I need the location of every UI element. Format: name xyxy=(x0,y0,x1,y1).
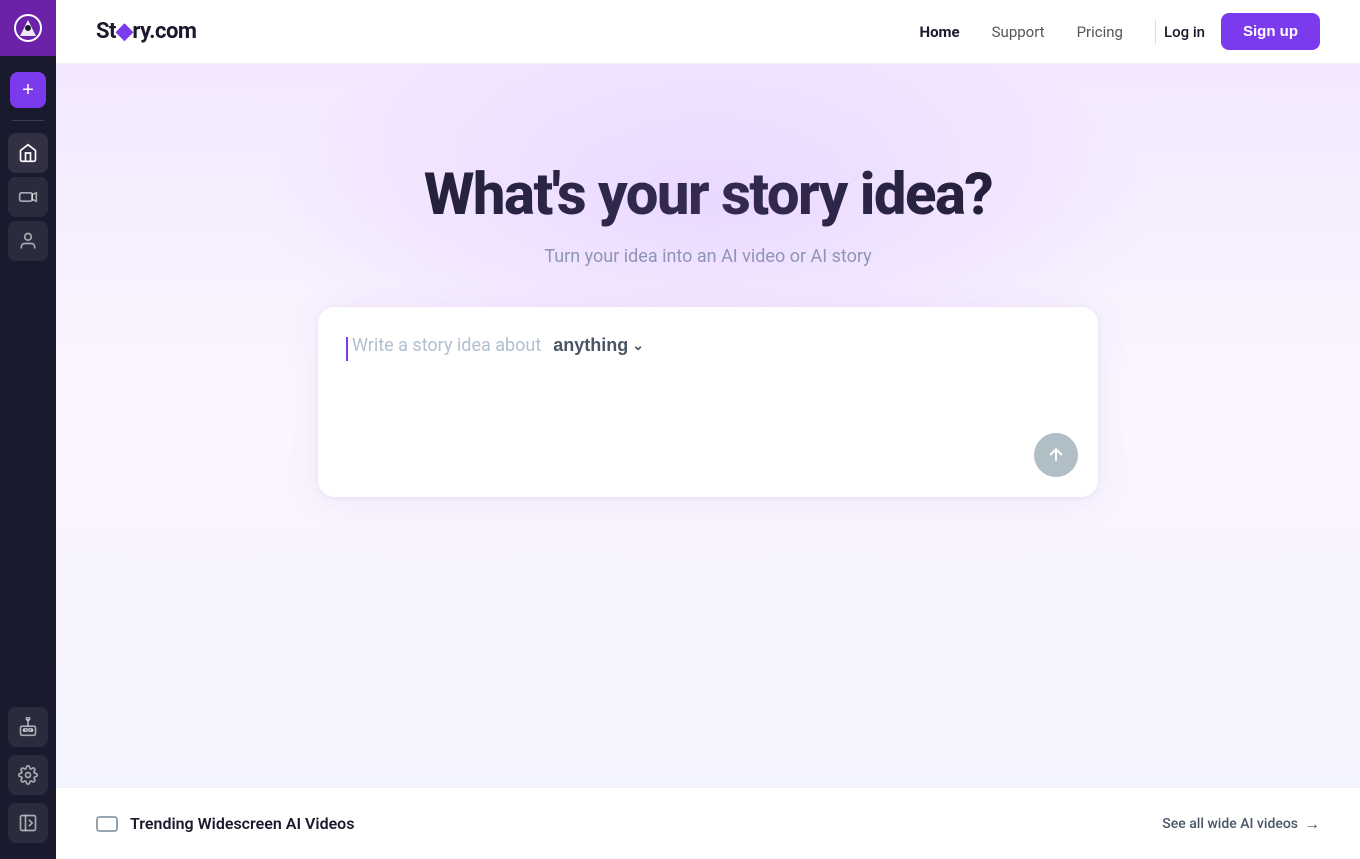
nav-link-pricing[interactable]: Pricing xyxy=(1077,23,1123,41)
sidebar-nav xyxy=(0,133,56,261)
logo-icon xyxy=(14,14,42,42)
sidebar-item-settings[interactable] xyxy=(8,755,48,795)
sidebar-item-panel[interactable] xyxy=(8,803,48,843)
topnav: St◆ry.com Home Support Pricing Log in Si… xyxy=(56,0,1360,64)
sidebar: + xyxy=(0,0,56,859)
arrow-right-icon: → xyxy=(1304,814,1320,834)
story-topic-label: anything xyxy=(553,335,628,356)
sidebar-item-profile[interactable] xyxy=(8,221,48,261)
plus-icon: + xyxy=(22,79,34,102)
story-topic-dropdown[interactable]: anything ⌄ xyxy=(549,335,648,356)
settings-icon xyxy=(18,765,38,785)
hero-title: What's your story idea? xyxy=(424,164,992,228)
topnav-logo: St◆ry.com xyxy=(96,19,196,44)
nav-link-support[interactable]: Support xyxy=(992,23,1045,41)
home-icon xyxy=(18,143,38,163)
sidebar-item-home[interactable] xyxy=(8,133,48,173)
see-all-label: See all wide AI videos xyxy=(1162,816,1298,832)
login-button[interactable]: Log in xyxy=(1164,23,1205,41)
story-input-area: Write a story idea about anything ⌄ xyxy=(346,335,1070,477)
story-input-card: Write a story idea about anything ⌄ xyxy=(318,307,1098,497)
nav-link-home[interactable]: Home xyxy=(919,23,959,41)
see-all-videos-link[interactable]: See all wide AI videos → xyxy=(1162,814,1320,834)
sidebar-item-robot[interactable] xyxy=(8,707,48,747)
sidebar-item-video[interactable] xyxy=(8,177,48,217)
trending-label: Trending Widescreen AI Videos xyxy=(130,814,354,833)
hero-section: What's your story idea? Turn your idea i… xyxy=(56,64,1360,859)
signup-button[interactable]: Sign up xyxy=(1221,13,1320,50)
video-icon xyxy=(18,187,38,207)
send-up-icon xyxy=(1046,445,1066,465)
robot-icon xyxy=(18,717,38,737)
user-icon xyxy=(18,231,38,251)
sidebar-bottom xyxy=(8,707,48,843)
text-cursor xyxy=(346,337,348,361)
add-new-button[interactable]: + xyxy=(10,72,46,108)
story-placeholder: Write a story idea about xyxy=(352,335,541,356)
sidebar-logo xyxy=(0,0,56,56)
topnav-nav: Home Support Pricing xyxy=(919,23,1123,41)
topnav-divider xyxy=(1155,20,1156,44)
trending-video-icon xyxy=(96,815,118,833)
panel-icon xyxy=(18,813,38,833)
widescreen-icon xyxy=(96,815,118,833)
sidebar-divider xyxy=(12,120,44,121)
story-input-row: Write a story idea about anything ⌄ xyxy=(346,335,1070,361)
main-content: St◆ry.com Home Support Pricing Log in Si… xyxy=(56,0,1360,859)
trending-bar: Trending Widescreen AI Videos See all wi… xyxy=(56,787,1360,859)
chevron-down-icon: ⌄ xyxy=(632,337,644,354)
hero-subtitle: Turn your idea into an AI video or AI st… xyxy=(544,246,871,267)
story-send-button[interactable] xyxy=(1034,433,1078,477)
